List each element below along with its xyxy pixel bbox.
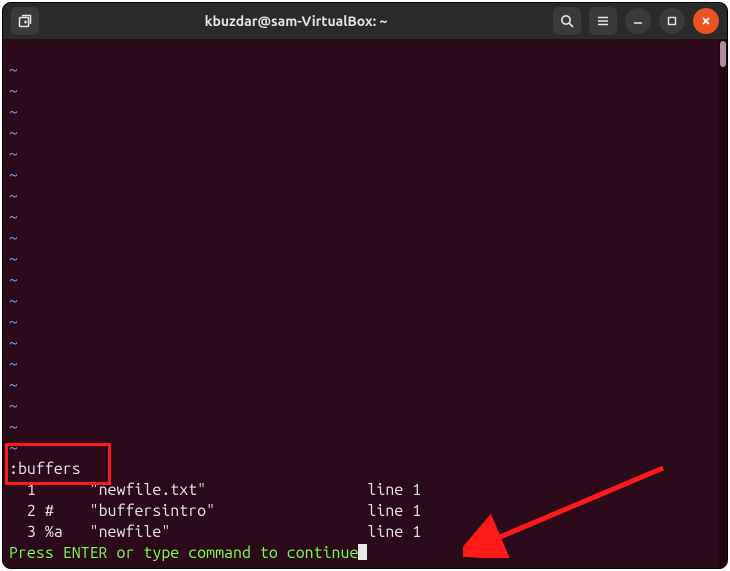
terminal-viewport[interactable]: ~~~~~~~~~~~~~~~~~~~:buffers 1 "newfile.t… <box>3 39 719 568</box>
vim-tilde-line: ~ <box>3 165 719 186</box>
vim-tilde-line: ~ <box>3 186 719 207</box>
vim-tilde-line: ~ <box>3 123 719 144</box>
vim-tilde-line: ~ <box>3 333 719 354</box>
scrollbar-track[interactable] <box>719 39 727 568</box>
vim-command-text: :buffers <box>9 460 81 478</box>
vim-tilde-line: ~ <box>3 375 719 396</box>
vim-command-line: :buffers <box>3 459 719 480</box>
vim-buffer-row: 1 "newfile.txt" line 1 <box>3 480 719 501</box>
vim-buffer-row: 3 %a "newfile" line 1 <box>3 522 719 543</box>
window-title: kbuzdar@sam-VirtualBox: ~ <box>47 13 545 29</box>
vim-tilde-line: ~ <box>3 354 719 375</box>
terminal-window: kbuzdar@sam-VirtualBox: ~ <box>3 3 727 568</box>
minimize-button[interactable] <box>625 8 651 34</box>
vim-tilde-line: ~ <box>3 228 719 249</box>
vim-tilde-line: ~ <box>3 396 719 417</box>
vim-tilde-line: ~ <box>3 207 719 228</box>
vim-press-enter-text: Press ENTER or type command to continue <box>9 544 358 562</box>
vim-tilde-line: ~ <box>3 417 719 438</box>
terminal-cursor <box>358 544 367 560</box>
vim-tilde-line: ~ <box>3 438 719 459</box>
close-button[interactable] <box>693 8 719 34</box>
vim-tilde-line: ~ <box>3 312 719 333</box>
vim-tilde-line: ~ <box>3 270 719 291</box>
scrollbar-thumb[interactable] <box>720 41 726 67</box>
vim-tilde-line: ~ <box>3 291 719 312</box>
maximize-button[interactable] <box>659 8 685 34</box>
vim-tilde-line: ~ <box>3 81 719 102</box>
vim-press-enter-prompt: Press ENTER or type command to continue <box>3 543 719 564</box>
vim-buffer-row: 2 # "buffersintro" line 1 <box>3 501 719 522</box>
hamburger-menu-button[interactable] <box>589 7 617 35</box>
search-button[interactable] <box>553 7 581 35</box>
vim-tilde-line: ~ <box>3 102 719 123</box>
new-tab-button[interactable] <box>11 7 39 35</box>
vim-tilde-line: ~ <box>3 60 719 81</box>
terminal-line <box>3 39 719 60</box>
vim-tilde-line: ~ <box>3 144 719 165</box>
vim-tilde-line: ~ <box>3 249 719 270</box>
titlebar: kbuzdar@sam-VirtualBox: ~ <box>3 3 727 39</box>
